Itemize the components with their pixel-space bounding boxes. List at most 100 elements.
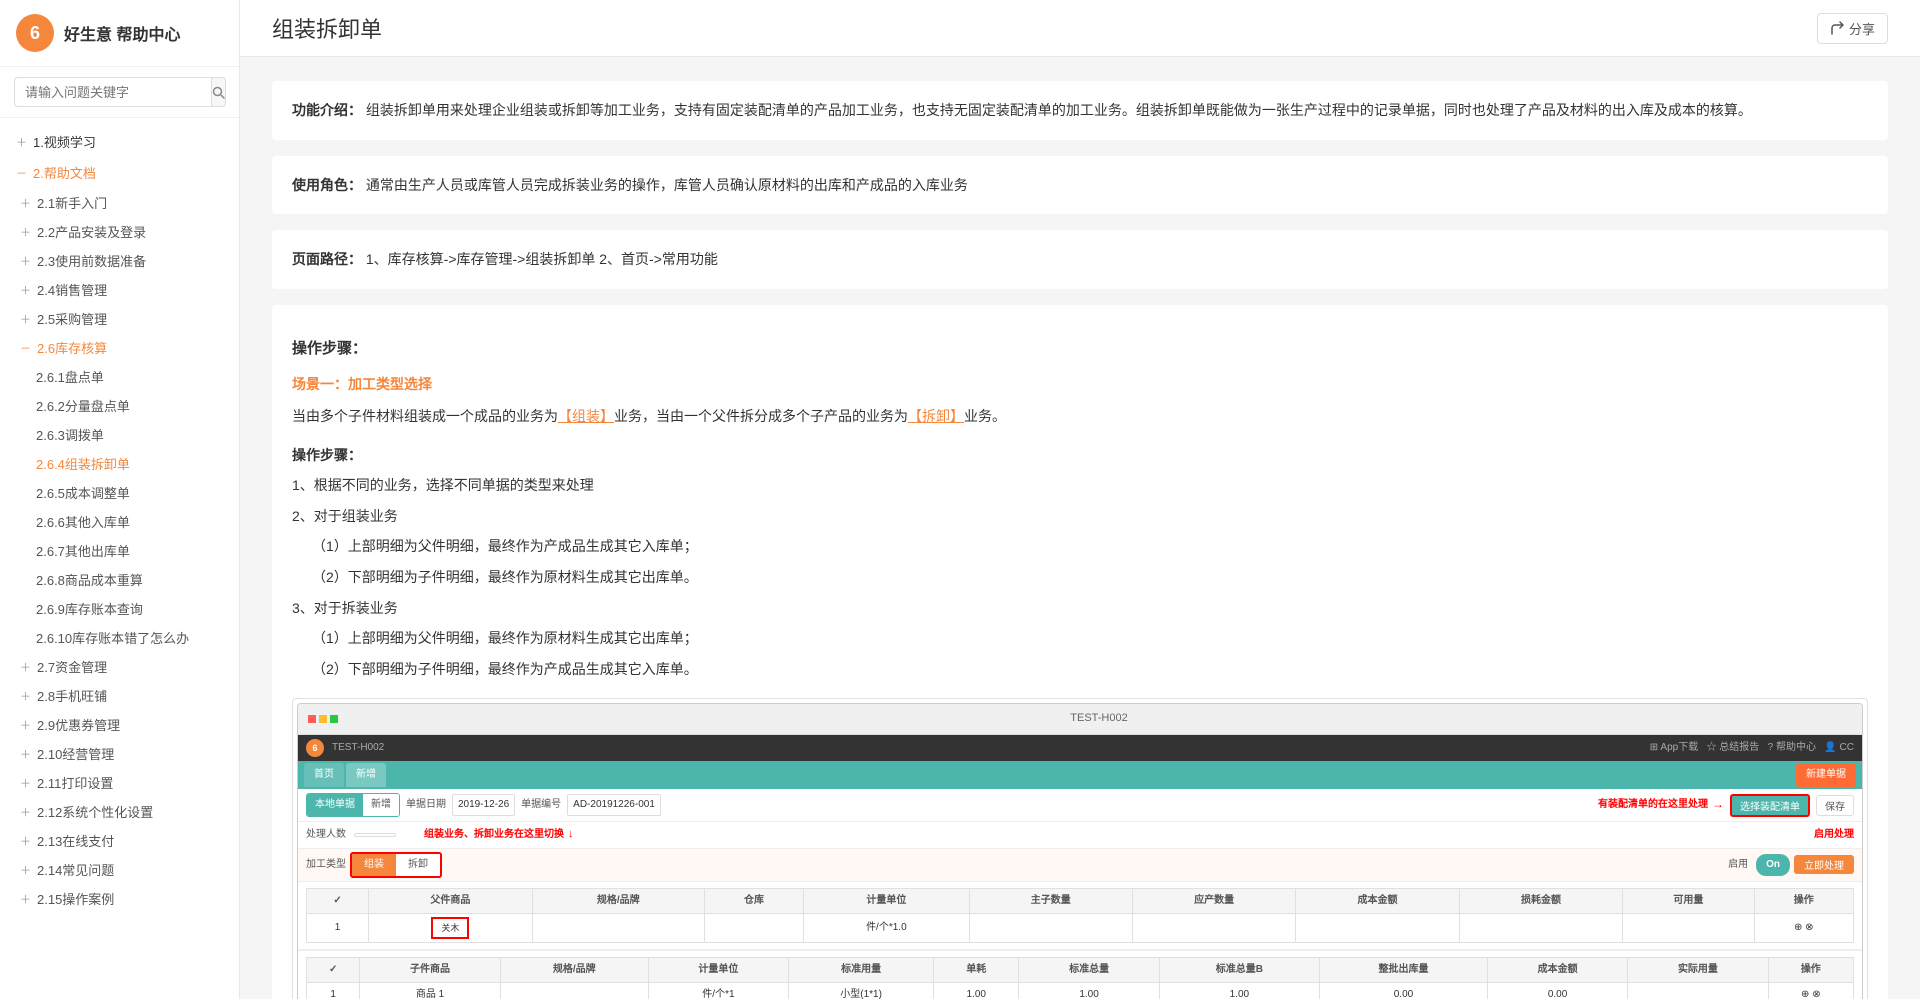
sidebar-item-2-13[interactable]: ＋ 2.13在线支付 (0, 826, 239, 855)
table-row: 1 商品 1 件/个*1 小型(1*1) 1.00 1.00 1.00 0.0 (307, 983, 1854, 999)
sidebar-item-2-6-5[interactable]: 2.6.5成本调整单 (0, 478, 239, 507)
path-block: 页面路径： 1、库存核算->库存管理->组装拆卸单 2、首页->常用功能 (272, 230, 1888, 289)
sidebar-item-2-6-9[interactable]: 2.6.9库存账本查询 (0, 594, 239, 623)
table-row: 1 关木 件/个*1.0 (307, 913, 1854, 942)
plus-icon-2-5: ＋ (20, 311, 31, 327)
sidebar-item-2-6-1[interactable]: 2.6.1盘点单 (0, 362, 239, 391)
inner-btn-select-bom[interactable]: 选择装配清单 (1730, 794, 1810, 817)
logo-icon: 6 (16, 14, 54, 52)
search-icon (212, 86, 225, 99)
inner-type-assemble: 组装 (352, 854, 396, 876)
annotation3-text: 启用处理 (1814, 826, 1854, 844)
col-loss: 损耗金额 (1459, 888, 1622, 913)
role-label: 使用角色： 通常由生产人员或库管人员完成拆装业务的操作，库管人员确认原材料的出库… (292, 177, 968, 193)
inner-tab-toggle: 本地单据 新增 (306, 793, 400, 817)
inner-nav: 6 TEST-H002 ⊞ App下载 ☆ 总结报告 ? 帮助中心 👤 CC (298, 735, 1862, 761)
plus-icon: ＋ (16, 134, 27, 150)
sidebar-item-2-10[interactable]: ＋ 2.10经营管理 (0, 739, 239, 768)
inner-logo: 6 (306, 739, 324, 757)
step1-text: 1、根据不同的业务，选择不同单据的类型来处理 (292, 472, 1868, 499)
plus-icon-2-12: ＋ (20, 804, 31, 820)
sidebar-item-2-1[interactable]: ＋ 2.1新手入门 (0, 188, 239, 217)
sidebar-item-2-6[interactable]: － 2.6库存核算 (0, 333, 239, 362)
inner-type-disassemble: 拆卸 (396, 854, 440, 876)
sidebar: 6 好生意 帮助中心 ＋ 1.视频学习 － 2.帮助文档 ＋ 2.1新手入门 (0, 0, 240, 999)
sidebar-item-2-8[interactable]: ＋ 2.8手机旺铺 (0, 681, 239, 710)
annotation2-text: 组装业务、拆卸业务在这里切换 (424, 826, 564, 844)
sidebar-item-2-14[interactable]: ＋ 2.14常见问题 (0, 855, 239, 884)
col-cost: 成本金额 (1296, 888, 1459, 913)
step3-2: （2）下部明细为子件明细，最终作为产成品生成其它入库单。 (312, 656, 1868, 683)
browser-bar: TEST-H002 (298, 704, 1862, 735)
sidebar-item-2-15[interactable]: ＋ 2.15操作案例 (0, 884, 239, 913)
sidebar-item-2-6-2[interactable]: 2.6.2分量盘点单 (0, 391, 239, 420)
inner-btn-save[interactable]: 保存 (1816, 795, 1854, 816)
plus-icon-2-11: ＋ (20, 775, 31, 791)
sidebar-item-2-6-6[interactable]: 2.6.6其他入库单 (0, 507, 239, 536)
col-unit: 仓库 (704, 888, 803, 913)
plus-icon-2-8: ＋ (20, 688, 31, 704)
search-input[interactable] (14, 77, 212, 107)
inner-tab-home: 首页 (304, 763, 344, 787)
sidebar-item-2-6-3[interactable]: 2.6.3调拨单 (0, 420, 239, 449)
sidebar-item-2-3[interactable]: ＋ 2.3使用前数据准备 (0, 246, 239, 275)
sidebar-item-2-6-4[interactable]: 2.6.4组装拆卸单 (0, 449, 239, 478)
nav-tree: ＋ 1.视频学习 － 2.帮助文档 ＋ 2.1新手入门 ＋ 2.2产品安装及登录… (0, 118, 239, 999)
page-title: 组装拆卸单 (272, 12, 382, 44)
col-parent-goods: 父件商品 (369, 888, 532, 913)
share-icon (1830, 21, 1844, 35)
col-spec: 规格/品牌 (532, 888, 704, 913)
scene1-desc: 当由多个子件材料组装成一个成品的业务为【组装】业务，当由一个父件拆分成多个子产品… (292, 403, 1868, 430)
sidebar-item-2-6-10[interactable]: 2.6.10库存账本错了怎么办 (0, 623, 239, 652)
func-intro-block: 功能介绍： 组装拆卸单用来处理企业组装或拆卸等加工业务，支持有固定装配清单的产品… (272, 81, 1888, 140)
plus-icon-2-3: ＋ (20, 253, 31, 269)
plus-icon-2-9: ＋ (20, 717, 31, 733)
plus-icon-2-2: ＋ (20, 224, 31, 240)
sidebar-item-2-9[interactable]: ＋ 2.9优惠券管理 (0, 710, 239, 739)
inner-toolbar: 本地单据 新增 单据日期 2019-12-26 单据编号 AD-20191226… (298, 789, 1862, 822)
step2-heading: 2、对于组装业务 (292, 503, 1868, 530)
share-button[interactable]: 分享 (1817, 13, 1888, 44)
enable-toggle[interactable]: On (1756, 854, 1790, 876)
inner-people-field (354, 833, 396, 837)
screenshot-container: TEST-H002 6 TEST-H002 ⊞ App下载 ☆ 总结报告 ? 帮… (292, 698, 1868, 999)
sidebar-item-2-4[interactable]: ＋ 2.4销售管理 (0, 275, 239, 304)
minus-icon-2-6: － (20, 340, 31, 356)
browser-url: TEST-H002 (346, 709, 1852, 729)
annotation1-text: 有装配清单的在这里处理 (1598, 796, 1708, 814)
sidebar-header: 6 好生意 帮助中心 (0, 0, 239, 67)
main-header: 组装拆卸单 分享 (240, 0, 1920, 57)
sidebar-item-2-6-7[interactable]: 2.6.7其他出库单 (0, 536, 239, 565)
content-area: 功能介绍： 组装拆卸单用来处理企业组装或拆卸等加工业务，支持有固定装配清单的产品… (240, 57, 1920, 999)
plus-icon-2-15: ＋ (20, 891, 31, 907)
col-avail: 可用量 (1623, 888, 1754, 913)
col-produce-qty: 应产数量 (1132, 888, 1295, 913)
col-plan-qty: 主子数量 (969, 888, 1132, 913)
sidebar-item-help-docs[interactable]: － 2.帮助文档 (0, 157, 239, 188)
search-button[interactable] (212, 77, 226, 107)
inner-type-toggle: 组装 拆卸 (350, 852, 442, 878)
sidebar-item-2-2[interactable]: ＋ 2.2产品安装及登录 (0, 217, 239, 246)
minus-icon: － (16, 165, 27, 181)
sidebar-item-2-5[interactable]: ＋ 2.5采购管理 (0, 304, 239, 333)
plus-icon-2-1: ＋ (20, 195, 31, 211)
col-qty: 计量单位 (804, 888, 969, 913)
inner-parent-table: ✓ 父件商品 规格/品牌 仓库 计量单位 主子数量 应产数量 成本金额 损耗金额 (306, 888, 1854, 943)
inner-btn-new-order[interactable]: 新建单据 (1796, 763, 1856, 787)
sidebar-item-2-12[interactable]: ＋ 2.12系统个性化设置 (0, 797, 239, 826)
inner-tab-local: 本地单据 (307, 794, 363, 816)
func-intro-label: 功能介绍： 组装拆卸单用来处理企业组装或拆卸等加工业务，支持有固定装配清单的产品… (292, 102, 1752, 118)
inner-tab-new: 新增 (346, 763, 386, 787)
plus-icon-2-13: ＋ (20, 833, 31, 849)
sidebar-item-2-6-8[interactable]: 2.6.8商品成本重算 (0, 565, 239, 594)
sidebar-item-videos[interactable]: ＋ 1.视频学习 (0, 126, 239, 157)
inner-order-id: AD-20191226-001 (567, 794, 661, 816)
plus-icon-2-10: ＋ (20, 746, 31, 762)
sidebar-item-2-11[interactable]: ＋ 2.11打印设置 (0, 768, 239, 797)
path-label: 页面路径： 1、库存核算->库存管理->组装拆卸单 2、首页->常用功能 (292, 251, 718, 267)
search-box (0, 67, 239, 118)
inner-btn-process[interactable]: 立即处理 (1794, 855, 1854, 874)
plus-icon-2-4: ＋ (20, 282, 31, 298)
sidebar-item-2-7[interactable]: ＋ 2.7资金管理 (0, 652, 239, 681)
inner-form-row: 处理人数 组装业务、拆卸业务在这里切换 ↓ 启用处理 (298, 822, 1862, 849)
